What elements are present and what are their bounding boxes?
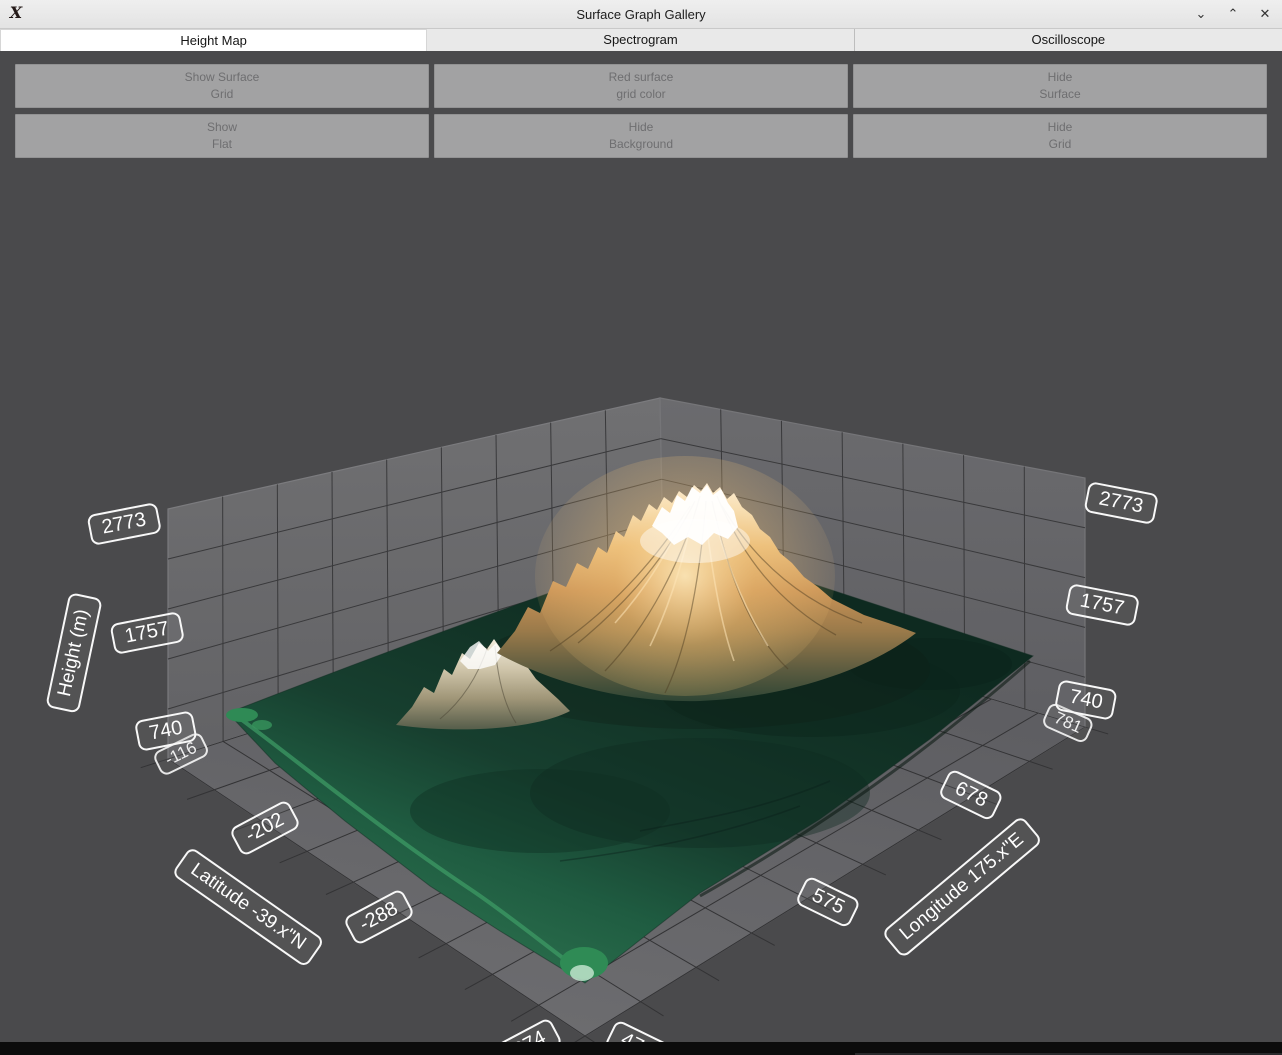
window-title: Surface Graph Gallery	[0, 7, 1282, 22]
surface-plot-area: 2773 1757 -116 740 Height (m) 2773 1757 …	[0, 51, 1282, 1042]
app-icon: X	[7, 4, 25, 22]
tab-bar: Height Map Spectrogram Oscilloscope	[0, 29, 1282, 51]
tab-oscilloscope[interactable]: Oscilloscope	[855, 29, 1282, 51]
title-bar[interactable]: X Surface Graph Gallery ⌄ ⌃ ✕	[0, 0, 1282, 29]
surface-3d-view[interactable]	[0, 51, 1282, 1042]
bottom-screen-strip	[0, 1042, 1282, 1055]
window-controls: ⌄ ⌃ ✕	[1192, 0, 1274, 28]
tab-height-map[interactable]: Height Map	[0, 29, 427, 51]
tab-spectrogram[interactable]: Spectrogram	[427, 29, 854, 51]
maximize-icon[interactable]: ⌃	[1224, 5, 1242, 23]
close-icon[interactable]: ✕	[1256, 5, 1274, 23]
application-window: X Surface Graph Gallery ⌄ ⌃ ✕ Height Map…	[0, 0, 1282, 1055]
minimize-icon[interactable]: ⌄	[1192, 5, 1210, 23]
height-map-page: Show Surface Grid Red surface grid color…	[0, 51, 1282, 1042]
